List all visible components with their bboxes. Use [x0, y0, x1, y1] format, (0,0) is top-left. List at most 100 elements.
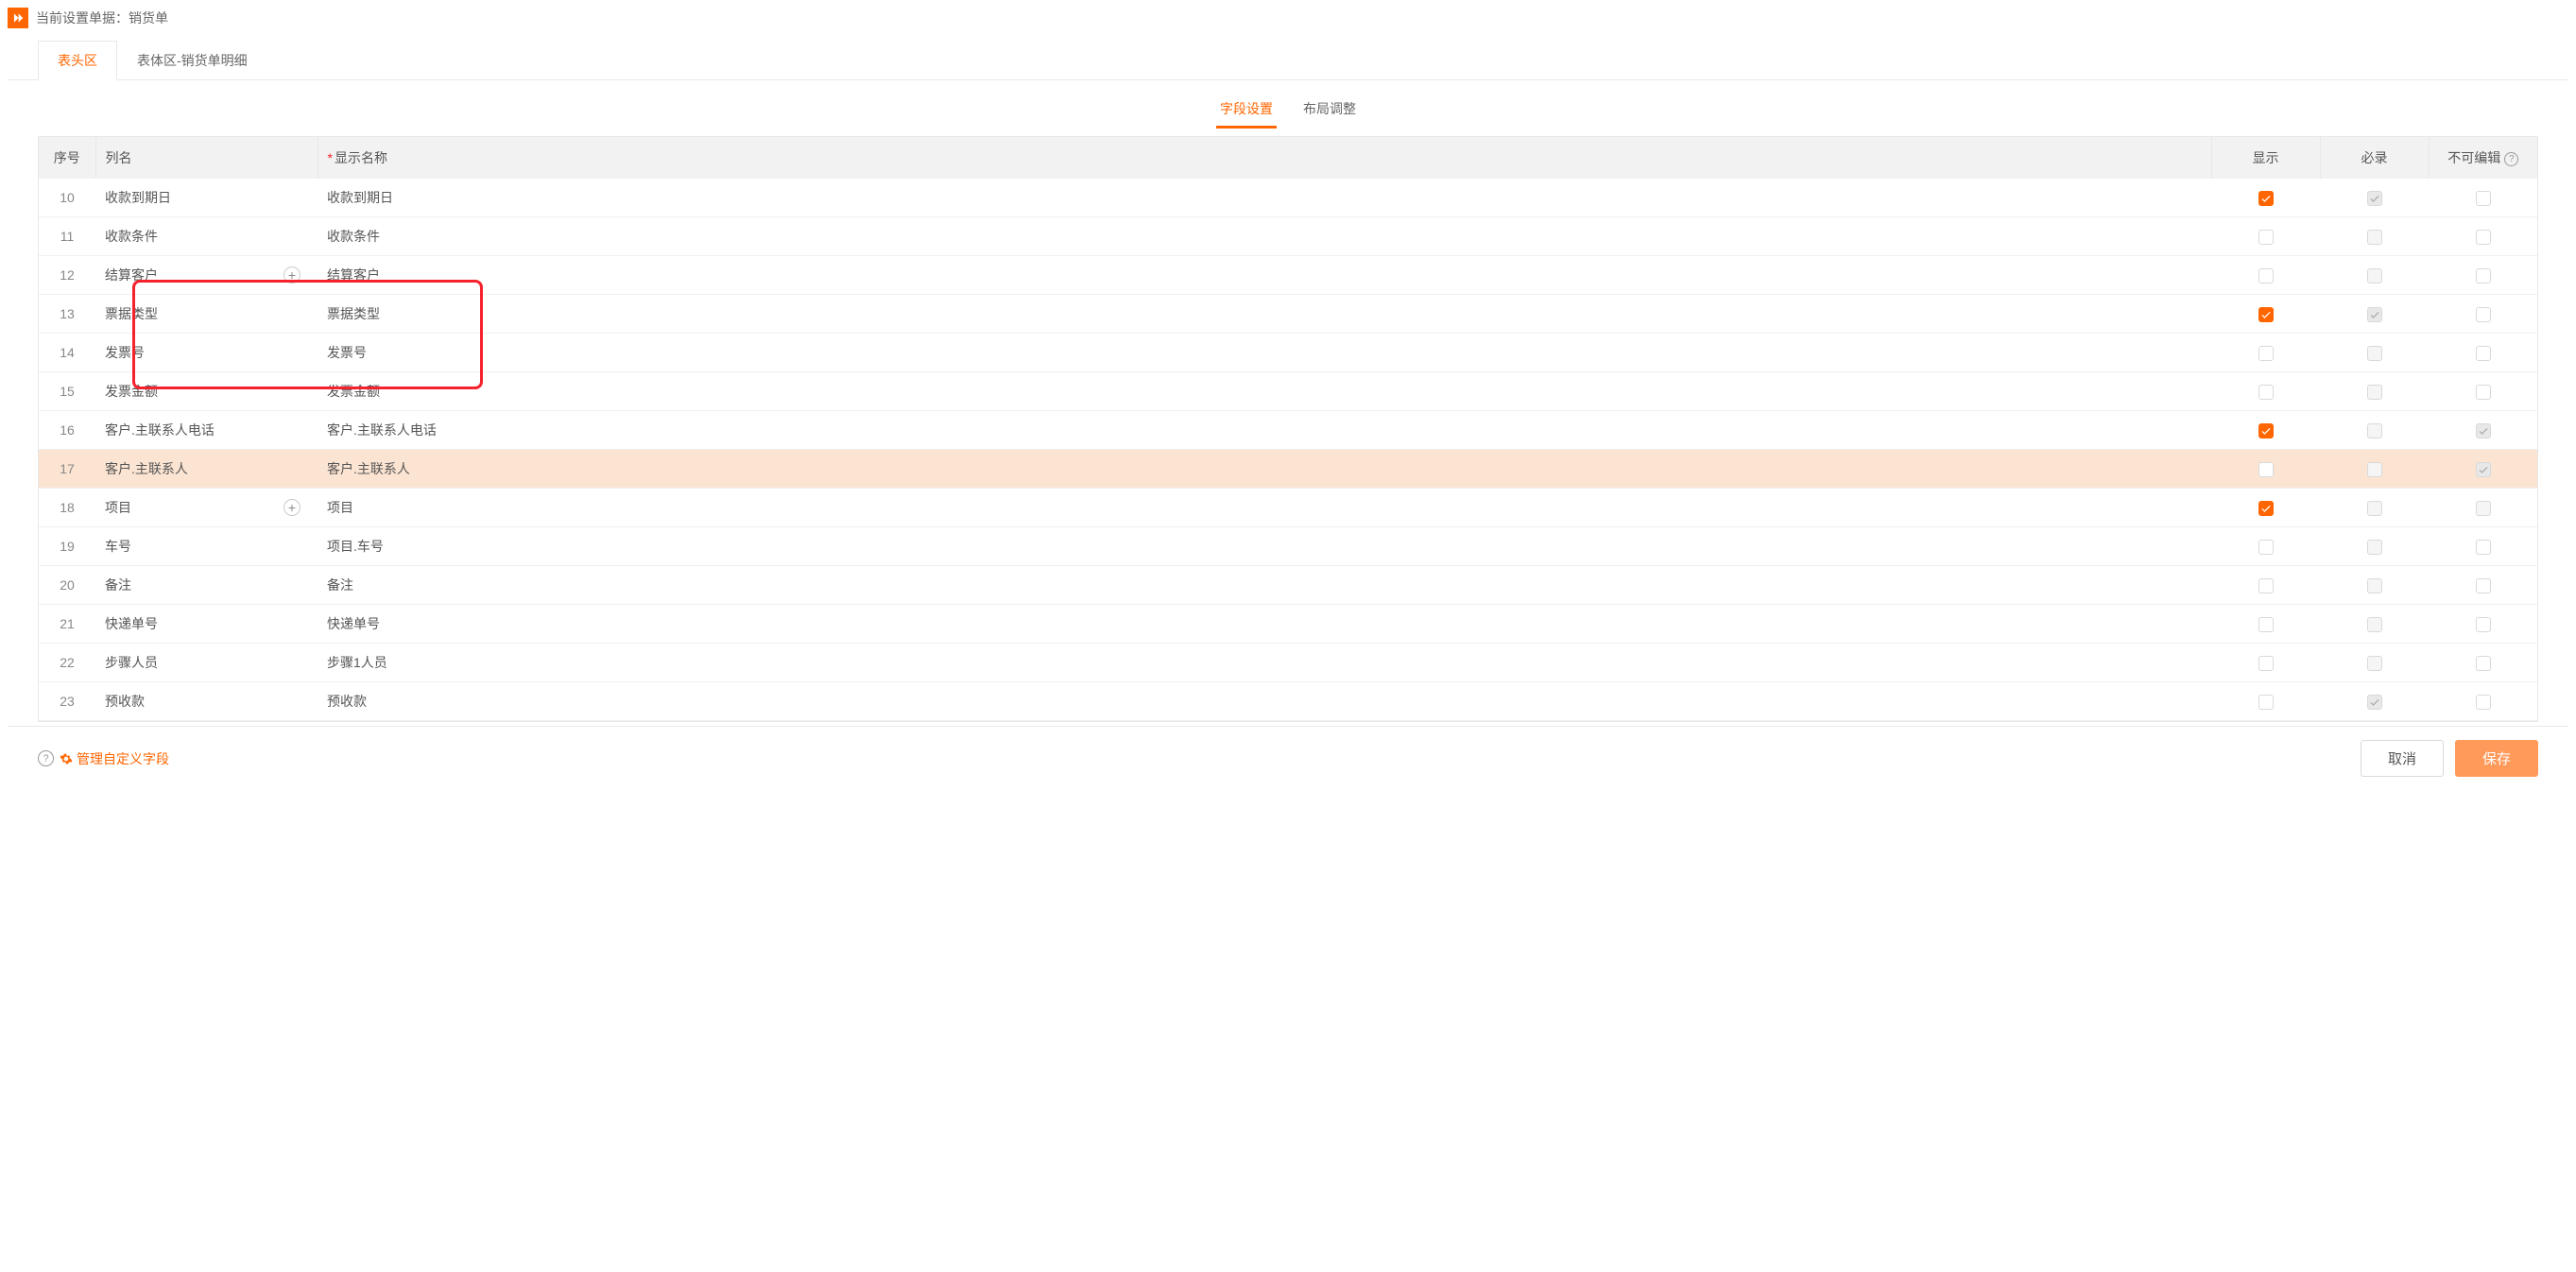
table-row: 19车号项目.车号	[39, 527, 2537, 566]
table-row: 20备注备注	[39, 566, 2537, 605]
cell-show	[2211, 450, 2320, 489]
show-checkbox[interactable]	[2258, 268, 2274, 284]
readonly-checkbox[interactable]	[2476, 346, 2491, 361]
expand-panel-button[interactable]	[8, 8, 28, 28]
required-checkbox	[2367, 617, 2382, 632]
readonly-checkbox[interactable]	[2476, 191, 2491, 206]
field-name-label: 客户.主联系人	[105, 459, 188, 478]
show-checkbox[interactable]	[2258, 656, 2274, 671]
readonly-checkbox[interactable]	[2476, 268, 2491, 284]
cell-required	[2320, 450, 2429, 489]
show-checkbox[interactable]	[2258, 191, 2274, 206]
field-name-label: 收款条件	[105, 227, 158, 246]
cell-seq: 22	[39, 644, 95, 682]
readonly-checkbox[interactable]	[2476, 385, 2491, 400]
chevron-double-right-icon	[11, 11, 25, 25]
field-name-label: 客户.主联系人电话	[105, 421, 215, 439]
show-checkbox[interactable]	[2258, 617, 2274, 632]
expand-field-button[interactable]: +	[283, 266, 301, 284]
field-name-label: 票据类型	[105, 304, 158, 323]
help-icon[interactable]: ?	[2504, 152, 2518, 166]
manage-custom-fields-link[interactable]: 管理自定义字段	[60, 749, 169, 768]
cell-readonly	[2429, 411, 2537, 450]
field-name-label: 发票金额	[105, 382, 158, 401]
required-checkbox	[2367, 540, 2382, 555]
save-button[interactable]: 保存	[2455, 740, 2538, 777]
required-checkbox	[2367, 268, 2382, 284]
cell-display-name[interactable]: 结算客户	[318, 256, 2211, 295]
show-checkbox[interactable]	[2258, 540, 2274, 555]
show-checkbox[interactable]	[2258, 307, 2274, 322]
footer: ? 管理自定义字段 取消 保存	[8, 726, 2568, 790]
cell-readonly	[2429, 450, 2537, 489]
cell-display-name[interactable]: 项目.车号	[318, 527, 2211, 566]
cell-display-name[interactable]: 发票金额	[318, 372, 2211, 411]
gear-icon	[60, 752, 73, 765]
field-config-table: 序号 列名 *显示名称 显示 必录 不可编辑? 10收款到期日收款到期日11收款…	[39, 137, 2537, 721]
cell-display-name[interactable]: 发票号	[318, 334, 2211, 372]
cell-display-name[interactable]: 收款条件	[318, 217, 2211, 256]
cell-required	[2320, 605, 2429, 644]
cell-name: 客户.主联系人电话	[95, 411, 318, 450]
required-checkbox	[2367, 307, 2382, 322]
main-tab-0[interactable]: 表头区	[38, 41, 117, 80]
readonly-checkbox[interactable]	[2476, 578, 2491, 593]
col-header-seq: 序号	[39, 137, 95, 179]
field-name-label: 结算客户	[105, 266, 158, 284]
cell-readonly	[2429, 566, 2537, 605]
cell-display-name[interactable]: 快递单号	[318, 605, 2211, 644]
readonly-checkbox[interactable]	[2476, 540, 2491, 555]
required-checkbox	[2367, 191, 2382, 206]
cell-show	[2211, 295, 2320, 334]
cell-display-name[interactable]: 预收款	[318, 682, 2211, 721]
cell-display-name[interactable]: 项目	[318, 489, 2211, 527]
readonly-checkbox	[2476, 501, 2491, 516]
sub-tab-0[interactable]: 字段设置	[1216, 92, 1277, 129]
cell-required	[2320, 489, 2429, 527]
cell-required	[2320, 527, 2429, 566]
readonly-checkbox[interactable]	[2476, 307, 2491, 322]
show-checkbox[interactable]	[2258, 695, 2274, 710]
readonly-checkbox[interactable]	[2476, 230, 2491, 245]
required-checkbox	[2367, 346, 2382, 361]
required-checkbox	[2367, 385, 2382, 400]
readonly-checkbox[interactable]	[2476, 656, 2491, 671]
cell-display-name[interactable]: 客户.主联系人	[318, 450, 2211, 489]
cell-show	[2211, 217, 2320, 256]
cell-display-name[interactable]: 收款到期日	[318, 179, 2211, 217]
cell-seq: 15	[39, 372, 95, 411]
cell-required	[2320, 256, 2429, 295]
show-checkbox[interactable]	[2258, 423, 2274, 438]
show-checkbox[interactable]	[2258, 230, 2274, 245]
cell-required	[2320, 179, 2429, 217]
show-checkbox[interactable]	[2258, 385, 2274, 400]
cell-display-name[interactable]: 票据类型	[318, 295, 2211, 334]
cancel-button[interactable]: 取消	[2361, 740, 2444, 777]
cell-display-name[interactable]: 步骤1人员	[318, 644, 2211, 682]
cell-required	[2320, 372, 2429, 411]
cell-readonly	[2429, 334, 2537, 372]
table-row: 12结算客户+结算客户	[39, 256, 2537, 295]
table-row: 11收款条件收款条件	[39, 217, 2537, 256]
readonly-checkbox[interactable]	[2476, 617, 2491, 632]
cell-show	[2211, 489, 2320, 527]
expand-field-button[interactable]: +	[283, 499, 301, 516]
cell-display-name[interactable]: 客户.主联系人电话	[318, 411, 2211, 450]
show-checkbox[interactable]	[2258, 578, 2274, 593]
show-checkbox[interactable]	[2258, 346, 2274, 361]
readonly-checkbox[interactable]	[2476, 695, 2491, 710]
cell-display-name[interactable]: 备注	[318, 566, 2211, 605]
help-icon[interactable]: ?	[38, 750, 54, 766]
field-name-label: 收款到期日	[105, 188, 171, 207]
cell-seq: 10	[39, 179, 95, 217]
cell-name: 发票金额	[95, 372, 318, 411]
sub-tab-1[interactable]: 布局调整	[1299, 92, 1360, 129]
col-header-readonly: 不可编辑?	[2429, 137, 2537, 179]
cell-seq: 14	[39, 334, 95, 372]
cell-seq: 23	[39, 682, 95, 721]
table-row: 23预收款预收款	[39, 682, 2537, 721]
show-checkbox[interactable]	[2258, 462, 2274, 477]
main-tab-1[interactable]: 表体区-销货单明细	[117, 41, 267, 80]
cell-seq: 21	[39, 605, 95, 644]
show-checkbox[interactable]	[2258, 501, 2274, 516]
